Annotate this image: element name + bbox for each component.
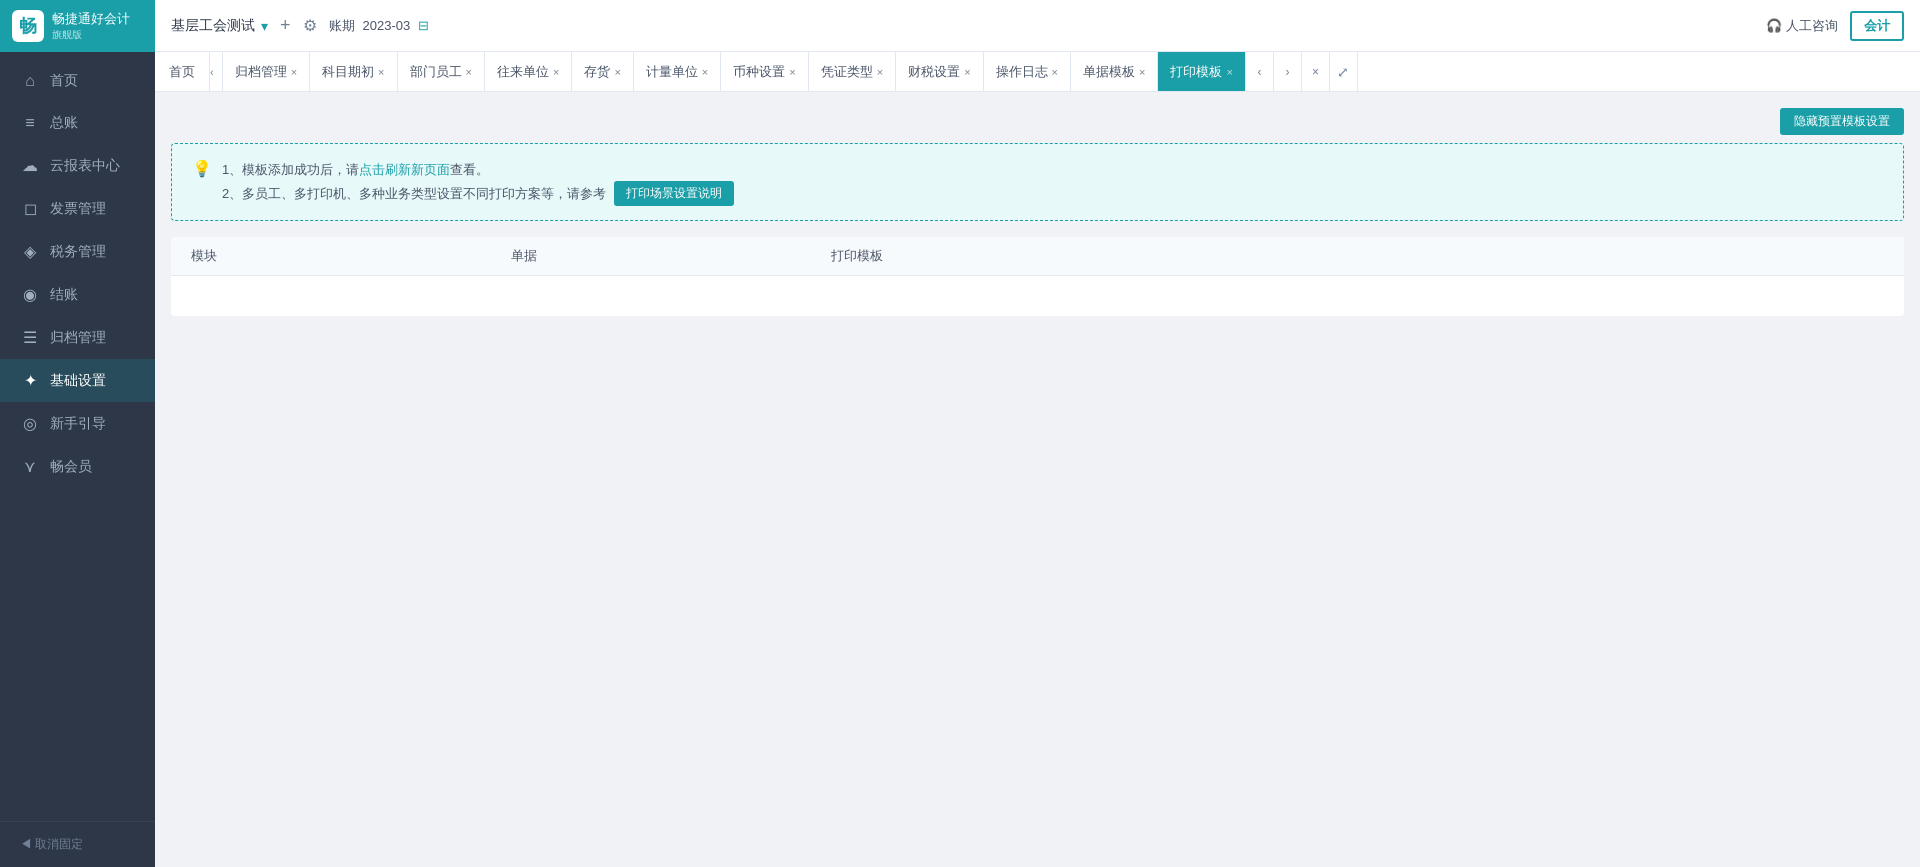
tab-print-template-close[interactable]: × — [1226, 66, 1232, 78]
tab-currency[interactable]: 币种设置 × — [721, 52, 808, 92]
headset-icon: 🎧 — [1766, 18, 1782, 33]
tab-partner[interactable]: 往来单位 × — [485, 52, 572, 92]
kuaiji-button[interactable]: 会计 — [1850, 11, 1904, 41]
print-template-table: 模块 单据 打印模板 — [171, 237, 1904, 316]
settle-icon: ◉ — [20, 285, 40, 304]
tab-tax-setting-close[interactable]: × — [964, 66, 970, 78]
tab-unit[interactable]: 计量单位 × — [634, 52, 721, 92]
home-icon: ⌂ — [20, 72, 40, 90]
logo-area: 畅 畅捷通好会计 旗舰版 — [0, 0, 155, 52]
guide-icon: ◎ — [20, 414, 40, 433]
period-label: 账期 — [329, 17, 355, 35]
sidebar-item-home[interactable]: ⌂ 首页 — [0, 60, 155, 102]
explain-button[interactable]: 打印场景设置说明 — [614, 181, 734, 206]
tab-tax-setting[interactable]: 财税设置 × — [896, 52, 983, 92]
topbar: 基层工会测试 ▾ + ⚙ 账期 2023-03 ⊟ 🎧 人工咨询 会计 — [155, 0, 1920, 52]
member-icon: ⋎ — [20, 457, 40, 476]
sidebar-item-archive[interactable]: ☰ 归档管理 — [0, 316, 155, 359]
hide-template-button[interactable]: 隐藏预置模板设置 — [1780, 108, 1904, 135]
sidebar-item-settings[interactable]: ✦ 基础设置 — [0, 359, 155, 402]
lamp-icon: 💡 — [192, 159, 212, 178]
refresh-link[interactable]: 点击刷新新页面 — [359, 162, 450, 177]
col-module-header: 模块 — [171, 247, 491, 265]
tab-department-close[interactable]: × — [466, 66, 472, 78]
sidebar-nav: ⌂ 首页 ≡ 总账 ☁ 云报表中心 ◻ 发票管理 ◈ 税务管理 ◉ 结账 ☰ 归… — [0, 52, 155, 821]
tab-home[interactable]: 首页 — [155, 52, 210, 92]
col-single-header: 单据 — [491, 247, 811, 265]
ledger-icon: ≡ — [20, 114, 40, 132]
tab-archive-close[interactable]: × — [291, 66, 297, 78]
sidebar-item-invoice[interactable]: ◻ 发票管理 — [0, 187, 155, 230]
add-company-button[interactable]: + — [280, 15, 291, 36]
tab-archive[interactable]: 归档管理 × — [223, 52, 310, 92]
sidebar-item-member[interactable]: ⋎ 畅会员 — [0, 445, 155, 488]
tab-currency-close[interactable]: × — [789, 66, 795, 78]
tab-close-all-button[interactable]: × — [1302, 52, 1330, 92]
cloud-icon: ☁ — [20, 156, 40, 175]
settings-gear-icon[interactable]: ⚙ — [303, 16, 317, 35]
archive-icon: ☰ — [20, 328, 40, 347]
sidebar-item-reports[interactable]: ☁ 云报表中心 — [0, 144, 155, 187]
content-area: 隐藏预置模板设置 💡 1、模板添加成功后，请点击刷新新页面查看。 2、多员工、多… — [155, 92, 1920, 867]
logo-text: 畅捷通好会计 旗舰版 — [52, 11, 130, 41]
company-name: 基层工会测试 — [171, 17, 255, 35]
sidebar-item-tax[interactable]: ◈ 税务管理 — [0, 230, 155, 273]
service-button[interactable]: 🎧 人工咨询 — [1766, 17, 1838, 35]
sidebar-item-ledger[interactable]: ≡ 总账 — [0, 102, 155, 144]
sidebar-item-guide[interactable]: ◎ 新手引导 — [0, 402, 155, 445]
unpin-button[interactable]: ◀ 取消固定 — [0, 821, 155, 867]
tab-operation-log[interactable]: 操作日志 × — [984, 52, 1071, 92]
tab-next-button[interactable]: › — [1274, 52, 1302, 92]
hide-template-row: 隐藏预置模板设置 — [171, 108, 1904, 135]
tab-inventory[interactable]: 存货 × — [572, 52, 633, 92]
invoice-icon: ◻ — [20, 199, 40, 218]
logo-icon: 畅 — [12, 10, 44, 42]
tab-unit-close[interactable]: × — [702, 66, 708, 78]
topbar-right: 🎧 人工咨询 会计 — [1766, 11, 1904, 41]
info-banner-text: 1、模板添加成功后，请点击刷新新页面查看。 2、多员工、多打印机、多种业务类型设… — [222, 158, 734, 206]
period-value: 2023-03 — [363, 18, 411, 33]
sidebar: 畅 畅捷通好会计 旗舰版 ⌂ 首页 ≡ 总账 ☁ 云报表中心 ◻ 发票管理 ◈ … — [0, 0, 155, 867]
content-wrapper: 隐藏预置模板设置 💡 1、模板添加成功后，请点击刷新新页面查看。 2、多员工、多… — [171, 108, 1904, 316]
tab-single-template[interactable]: 单据模板 × — [1071, 52, 1158, 92]
tab-department[interactable]: 部门员工 × — [398, 52, 485, 92]
tab-subject-close[interactable]: × — [378, 66, 384, 78]
settings-icon: ✦ — [20, 371, 40, 390]
tabbar: 首页 ‹ 归档管理 × 科目期初 × 部门员工 × 往来单位 × 存货 × 计量… — [155, 52, 1920, 92]
info-line1: 1、模板添加成功后，请点击刷新新页面查看。 — [222, 158, 734, 181]
tab-print-template[interactable]: 打印模板 × — [1158, 52, 1245, 92]
main-area: 基层工会测试 ▾ + ⚙ 账期 2023-03 ⊟ 🎧 人工咨询 会计 首页 ‹… — [155, 0, 1920, 867]
tab-voucher-type-close[interactable]: × — [877, 66, 883, 78]
calendar-icon: ⊟ — [418, 18, 429, 33]
tab-single-template-close[interactable]: × — [1139, 66, 1145, 78]
tab-inventory-close[interactable]: × — [614, 66, 620, 78]
info-line2: 2、多员工、多打印机、多种业务类型设置不同打印方案等，请参考 打印场景设置说明 — [222, 181, 734, 206]
tab-partner-close[interactable]: × — [553, 66, 559, 78]
period-selector[interactable]: 账期 2023-03 ⊟ — [329, 17, 430, 35]
table-header: 模块 单据 打印模板 — [171, 237, 1904, 276]
tab-home-close: ‹ — [210, 52, 223, 92]
tab-voucher-type[interactable]: 凭证类型 × — [809, 52, 896, 92]
sidebar-item-settle[interactable]: ◉ 结账 — [0, 273, 155, 316]
tab-operation-log-close[interactable]: × — [1052, 66, 1058, 78]
tab-subject[interactable]: 科目期初 × — [310, 52, 397, 92]
tab-prev-button[interactable]: ‹ — [1246, 52, 1274, 92]
info-banner: 💡 1、模板添加成功后，请点击刷新新页面查看。 2、多员工、多打印机、多种业务类… — [171, 143, 1904, 221]
tax-icon: ◈ — [20, 242, 40, 261]
dropdown-icon: ▾ — [261, 18, 268, 34]
tab-expand-button[interactable]: ⤢ — [1330, 52, 1358, 92]
col-template-header: 打印模板 — [811, 247, 1904, 265]
company-selector[interactable]: 基层工会测试 ▾ — [171, 17, 268, 35]
table-body-empty — [171, 276, 1904, 316]
